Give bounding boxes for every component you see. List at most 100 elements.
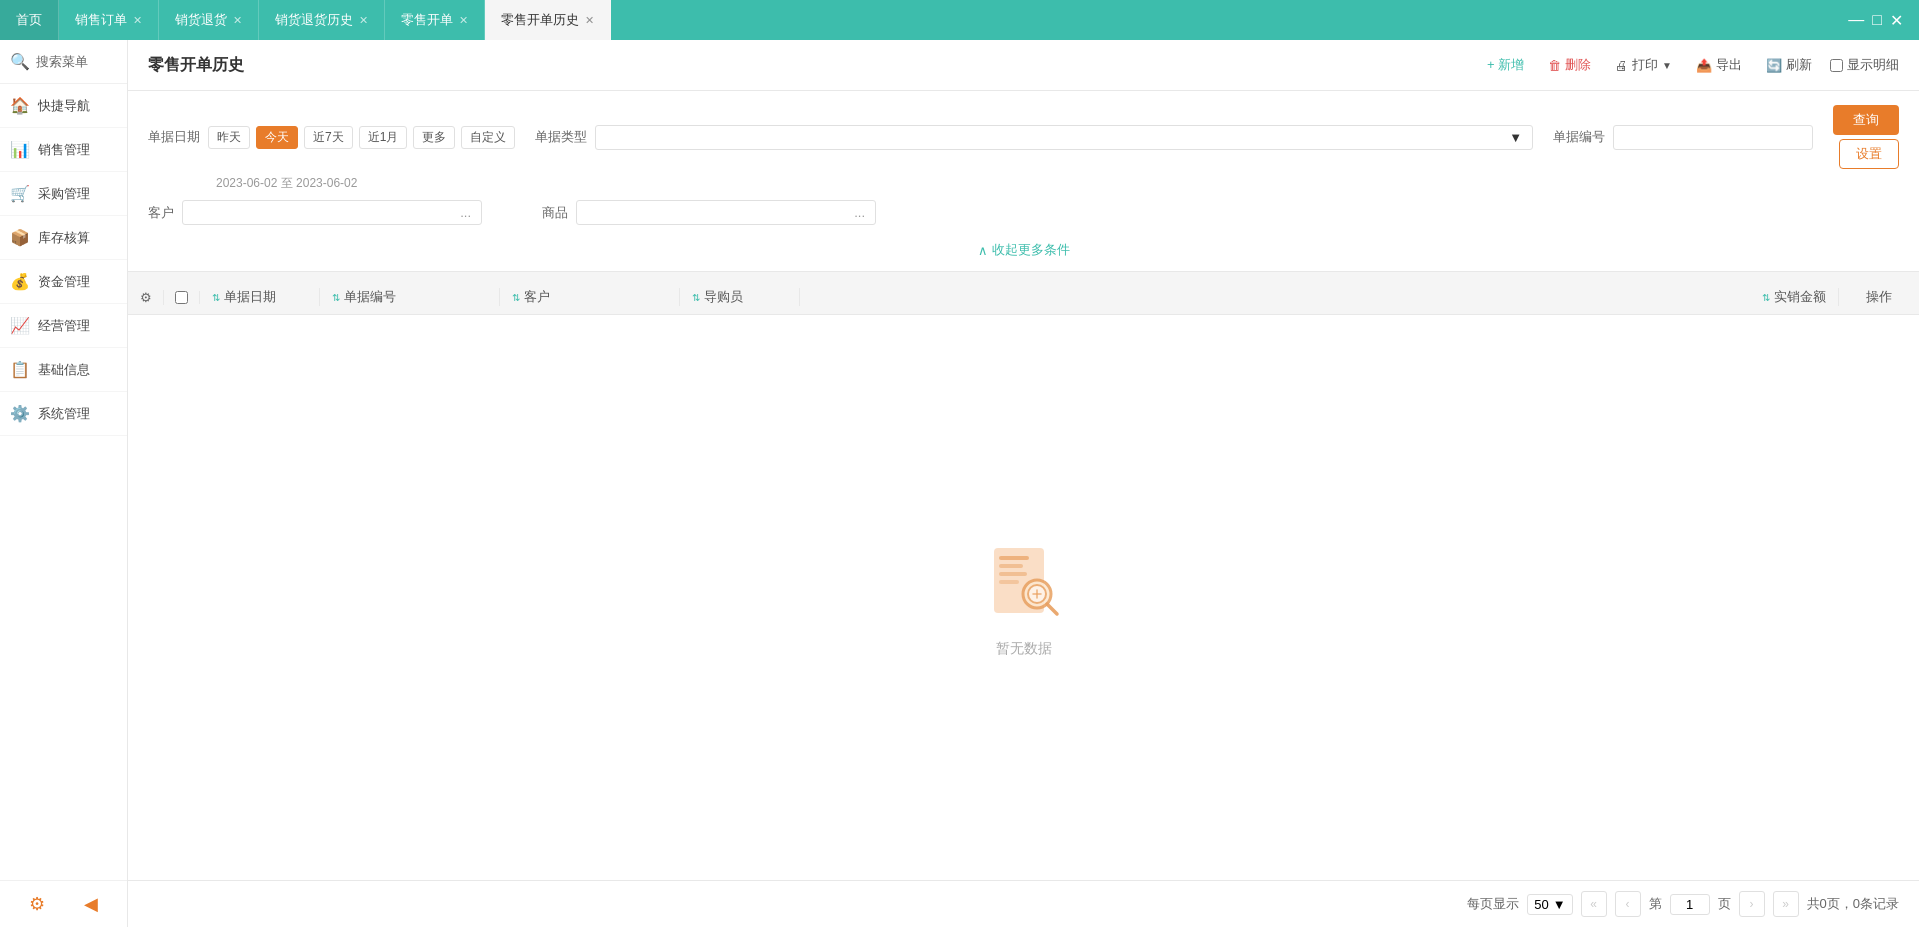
total-info: 共0页，0条记录 xyxy=(1807,895,1899,913)
page-size-select[interactable]: 50 ▼ xyxy=(1527,894,1572,915)
collapse-sidebar-icon[interactable]: ◀ xyxy=(84,893,98,915)
svg-rect-4 xyxy=(999,580,1019,584)
empty-svg xyxy=(979,538,1069,628)
table-area: ⚙ ⇅ 单据日期 ⇅ 单据编号 ⇅ 客户 ⇅ 导购员 xyxy=(128,280,1919,927)
num-label: 单据编号 xyxy=(1553,128,1605,146)
th-settings[interactable]: ⚙ xyxy=(128,290,164,305)
th-amount-label: 实销金额 xyxy=(1774,288,1826,306)
sidebar-label-ops-mgmt: 经营管理 xyxy=(38,317,90,335)
display-columns-checkbox[interactable] xyxy=(1830,59,1843,72)
sidebar-search-label: 搜索菜单 xyxy=(36,53,88,71)
sidebar-icon-quick-nav: 🏠 xyxy=(10,96,30,115)
export-label: 导出 xyxy=(1716,56,1742,74)
display-columns-toggle[interactable]: 显示明细 xyxy=(1830,56,1899,74)
sidebar-item-purchase-mgmt[interactable]: 🛒采购管理 xyxy=(0,172,127,216)
sidebar-item-sys-mgmt[interactable]: ⚙️系统管理 xyxy=(0,392,127,436)
filter-num-item: 单据编号 xyxy=(1553,125,1813,150)
next-page-button[interactable]: › xyxy=(1739,891,1765,917)
customer-input[interactable]: ... xyxy=(182,200,482,225)
svg-rect-3 xyxy=(999,572,1027,576)
tab-retail-open-history[interactable]: 零售开单历史✕ xyxy=(485,0,611,40)
sidebar-label-sys-mgmt: 系统管理 xyxy=(38,405,90,423)
filter-row-2: 客户 ... 商品 ... xyxy=(148,200,1899,225)
sidebar-search[interactable]: 🔍 搜索菜单 xyxy=(0,40,127,84)
last-page-button[interactable]: » xyxy=(1773,891,1799,917)
delete-label: 删除 xyxy=(1565,56,1591,74)
th-customer-sort[interactable]: ⇅ xyxy=(512,292,520,303)
content-area: 零售开单历史 + 新增 🗑 删除 🖨 打印 ▼ 📤 导出 🔄 xyxy=(128,40,1919,927)
query-button[interactable]: 查询 xyxy=(1833,105,1899,135)
th-amount-sort[interactable]: ⇅ xyxy=(1762,292,1770,303)
sidebar-icon-ops-mgmt: 📈 xyxy=(10,316,30,335)
date-1month[interactable]: 近1月 xyxy=(359,126,408,149)
date-yesterday[interactable]: 昨天 xyxy=(208,126,250,149)
tab-close-sales-return[interactable]: ✕ xyxy=(233,14,242,27)
first-page-button[interactable]: « xyxy=(1581,891,1607,917)
num-input[interactable] xyxy=(1613,125,1813,150)
sidebar-item-ops-mgmt[interactable]: 📈 经营管理 xyxy=(0,304,127,348)
filter-area-wrap: 单据日期 昨天 今天 近7天 近1月 更多 自定义 单据类型 xyxy=(128,91,1919,272)
sidebar-label-inventory: 库存核算 xyxy=(38,229,90,247)
tab-close-retail-open-history[interactable]: ✕ xyxy=(585,14,594,27)
tab-sales-return-history[interactable]: 销货退货历史✕ xyxy=(259,0,385,40)
close-button[interactable]: ✕ xyxy=(1890,11,1903,30)
tab-close-sales-return-history[interactable]: ✕ xyxy=(359,14,368,27)
sidebar-item-quick-nav[interactable]: 🏠 快捷导航 xyxy=(0,84,127,128)
sidebar-item-basic-info[interactable]: 📋基础信息 xyxy=(0,348,127,392)
svg-line-7 xyxy=(1047,604,1057,614)
minimize-button[interactable]: — xyxy=(1848,11,1864,29)
maximize-button[interactable]: □ xyxy=(1872,11,1882,29)
customer-label: 客户 xyxy=(148,204,174,222)
table-body: 暂无数据 xyxy=(128,315,1919,880)
sidebar-item-inventory[interactable]: 📦库存核算 xyxy=(0,216,127,260)
th-customer-label: 客户 xyxy=(524,288,550,306)
sidebar-label-quick-nav: 快捷导航 xyxy=(38,97,90,115)
date-today[interactable]: 今天 xyxy=(256,126,298,149)
refresh-icon: 🔄 xyxy=(1766,58,1782,73)
th-date-label: 单据日期 xyxy=(224,288,276,306)
toolbar: + 新增 🗑 删除 🖨 打印 ▼ 📤 导出 🔄 刷新 xyxy=(1481,52,1899,78)
product-input[interactable]: ... xyxy=(576,200,876,225)
th-checkbox[interactable] xyxy=(164,291,200,304)
sidebar-label-sales-mgmt: 销售管理 xyxy=(38,141,90,159)
window-controls: — □ ✕ xyxy=(1848,11,1919,30)
page-number-input[interactable] xyxy=(1670,894,1710,915)
th-op: 操作 xyxy=(1839,288,1919,306)
th-guide-sort[interactable]: ⇅ xyxy=(692,292,700,303)
sidebar-item-finance[interactable]: 💰资金管理 xyxy=(0,260,127,304)
collapse-row[interactable]: ∧ 收起更多条件 xyxy=(148,235,1899,263)
tab-home[interactable]: 首页 xyxy=(0,0,59,40)
tab-sales-order[interactable]: 销售订单✕ xyxy=(59,0,159,40)
date-7days[interactable]: 近7天 xyxy=(304,126,353,149)
prev-page-button[interactable]: ‹ xyxy=(1615,891,1641,917)
th-amount: ⇅ 实销金额 xyxy=(800,288,1839,306)
th-num-sort[interactable]: ⇅ xyxy=(332,292,340,303)
date-custom[interactable]: 自定义 xyxy=(461,126,515,149)
refresh-button[interactable]: 🔄 刷新 xyxy=(1760,52,1818,78)
filter-date-item: 单据日期 昨天 今天 近7天 近1月 更多 自定义 xyxy=(148,126,515,149)
th-guide-label: 导购员 xyxy=(704,288,743,306)
select-all-checkbox[interactable] xyxy=(175,291,188,304)
filter-customer-item: 客户 ... xyxy=(148,200,482,225)
search-icon: 🔍 xyxy=(10,52,30,71)
settings-button[interactable]: 设置 xyxy=(1839,139,1899,169)
tab-retail-open[interactable]: 零售开单✕ xyxy=(385,0,485,40)
date-more[interactable]: 更多 xyxy=(413,126,455,149)
sidebar: 🔍 搜索菜单 🏠 快捷导航 📊销售管理🛒采购管理📦库存核算💰资金管理 📈 经营管理 📋基础… xyxy=(0,40,128,927)
sidebar-item-sales-mgmt[interactable]: 📊销售管理 xyxy=(0,128,127,172)
export-icon: 📤 xyxy=(1696,58,1712,73)
print-button[interactable]: 🖨 打印 ▼ xyxy=(1609,52,1678,78)
add-button[interactable]: + 新增 xyxy=(1481,52,1530,78)
tab-close-sales-order[interactable]: ✕ xyxy=(133,14,142,27)
tab-close-retail-open[interactable]: ✕ xyxy=(459,14,468,27)
delete-button[interactable]: 🗑 删除 xyxy=(1542,52,1597,78)
table-header: ⚙ ⇅ 单据日期 ⇅ 单据编号 ⇅ 客户 ⇅ 导购员 xyxy=(128,280,1919,315)
top-bar: 首页销售订单✕销货退货✕销货退货历史✕零售开单✕零售开单历史✕ — □ ✕ xyxy=(0,0,1919,40)
type-select[interactable]: ▼ xyxy=(595,125,1533,150)
settings-icon[interactable]: ⚙ xyxy=(29,893,45,915)
th-customer: ⇅ 客户 xyxy=(500,288,680,306)
th-date-sort[interactable]: ⇅ xyxy=(212,292,220,303)
export-button[interactable]: 📤 导出 xyxy=(1690,52,1748,78)
tab-sales-return[interactable]: 销货退货✕ xyxy=(159,0,259,40)
sidebar-label-basic-info: 基础信息 xyxy=(38,361,90,379)
